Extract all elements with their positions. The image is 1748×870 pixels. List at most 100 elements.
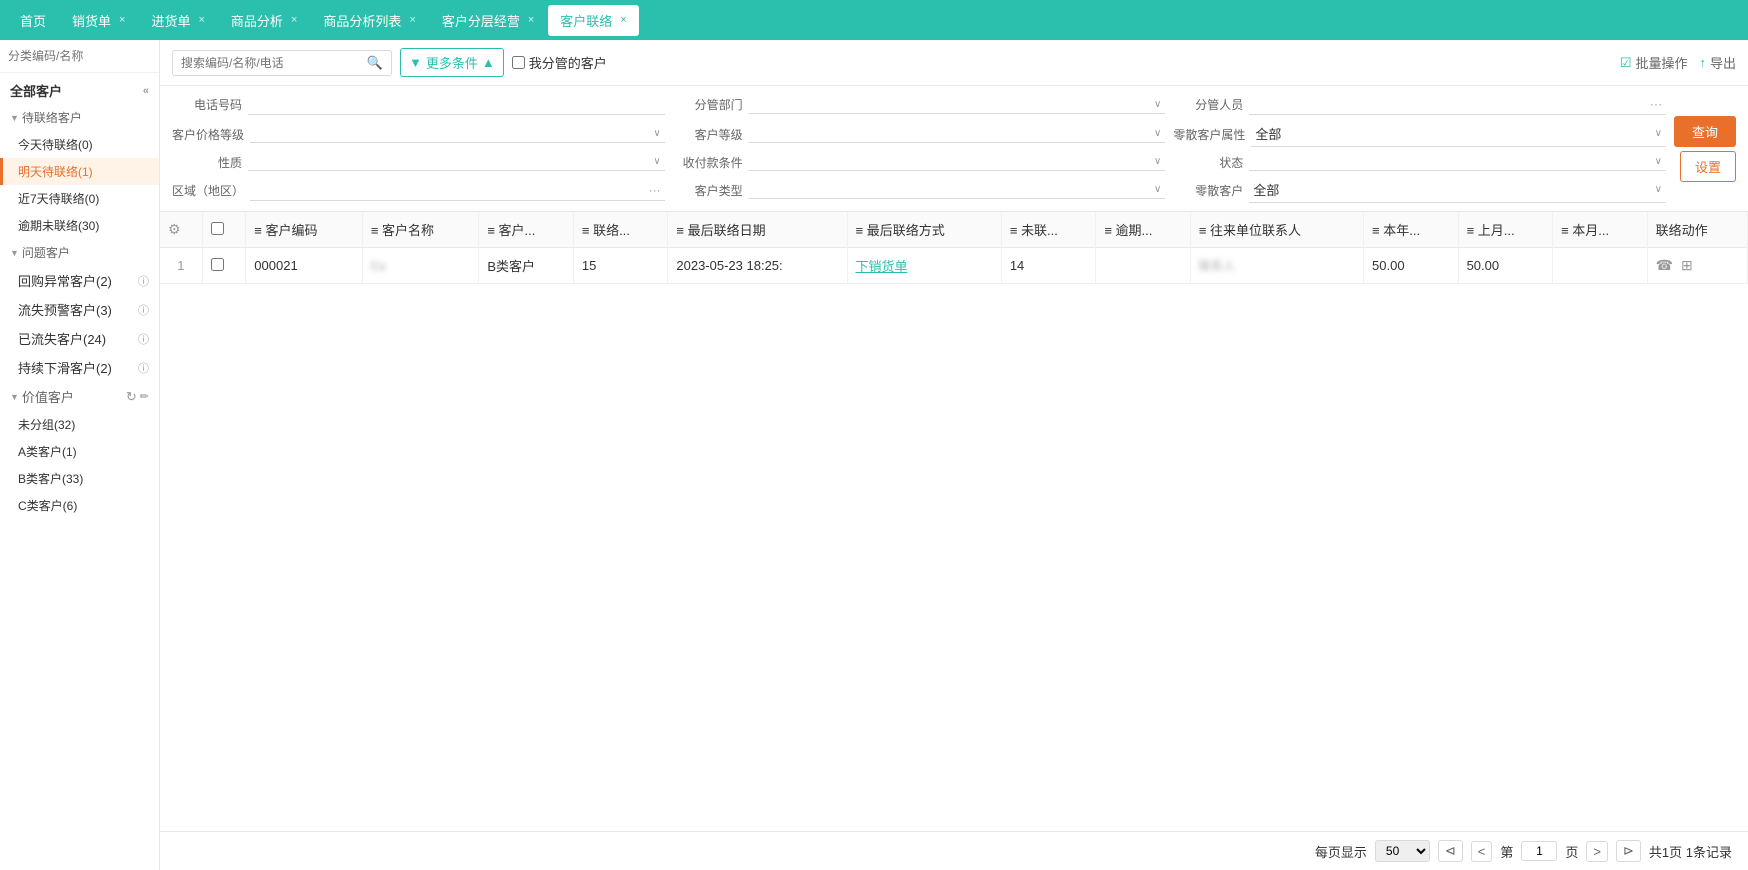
filter-row-1: 电话号码 分管部门 ∨ 分管人员 bbox=[172, 94, 1666, 115]
sidebar-item-churned[interactable]: 已流失客户(24) ⓘ bbox=[0, 324, 159, 353]
value-customers-edit[interactable]: ✏ bbox=[140, 390, 149, 403]
filter-label-retail: 零散客户 bbox=[1173, 182, 1243, 199]
grid-action-icon[interactable]: ⊞ bbox=[1681, 257, 1693, 274]
filter-bar: 🔍 ▼ 更多条件 ▲ 我分管的客户 ☑ 批量操作 ↑ 导出 bbox=[160, 40, 1748, 86]
dots-person[interactable]: ··· bbox=[1650, 97, 1662, 111]
row-checkbox[interactable] bbox=[211, 258, 224, 271]
col-last-month[interactable]: ≡ 上月... bbox=[1458, 212, 1553, 248]
value-customers-refresh[interactable]: ↻ bbox=[126, 389, 137, 405]
dots-region[interactable]: ··· bbox=[649, 183, 661, 197]
cell-name[interactable]: Ea bbox=[362, 248, 479, 284]
filter-input-phone[interactable] bbox=[248, 94, 665, 115]
sidebar-item-tomorrow[interactable]: 明天待联络(1) bbox=[0, 158, 159, 185]
filter-cell-price-level: 客户价格等级 ∨ bbox=[172, 125, 665, 143]
per-page-label: 每页显示 bbox=[1315, 842, 1367, 861]
export-button[interactable]: ↑ 导出 bbox=[1699, 53, 1736, 72]
sidebar-item-declining[interactable]: 持续下滑客户(2) ⓘ bbox=[0, 353, 159, 382]
sidebar-item-overdue[interactable]: 逾期未联络(30) bbox=[0, 212, 159, 239]
col-contact[interactable]: ≡ 联络... bbox=[573, 212, 668, 248]
filter-label-price-level: 客户价格等级 bbox=[172, 126, 244, 143]
set-button[interactable]: 设置 bbox=[1680, 151, 1736, 182]
filter-label-nature: 性质 bbox=[172, 154, 242, 171]
nav-close-customer-contact[interactable]: × bbox=[620, 14, 626, 26]
col-uncontacted[interactable]: ≡ 未联... bbox=[1001, 212, 1096, 248]
cell-this-month bbox=[1553, 248, 1648, 284]
query-button[interactable]: 查询 bbox=[1674, 116, 1736, 147]
group-problem-customers[interactable]: 问题客户 bbox=[0, 239, 159, 266]
phone-action-icon[interactable]: ☎ bbox=[1656, 257, 1673, 274]
sidebar-item-today[interactable]: 今天待联络(0) bbox=[0, 131, 159, 158]
more-filter-button[interactable]: ▼ 更多条件 ▲ bbox=[400, 48, 504, 77]
nav-close-product-analysis-list[interactable]: × bbox=[409, 14, 415, 26]
sidebar-item-repurchase-abnormal[interactable]: 回购异常客户(2) ⓘ bbox=[0, 266, 159, 295]
my-customers-checkbox-wrap[interactable]: 我分管的客户 bbox=[512, 53, 607, 72]
first-page-button[interactable]: ⊲ bbox=[1438, 840, 1463, 862]
next-page-button[interactable]: > bbox=[1586, 841, 1608, 862]
filter-select-retail[interactable]: 全部 ∨ bbox=[1249, 177, 1666, 203]
sidebar-item-class-b[interactable]: B类客户(33) bbox=[0, 465, 159, 492]
prev-page-button[interactable]: < bbox=[1471, 841, 1493, 862]
filter-select-status[interactable]: ∨ bbox=[1249, 153, 1666, 171]
sidebar-search-input[interactable] bbox=[8, 49, 160, 63]
nav-home[interactable]: 首页 bbox=[8, 5, 58, 36]
col-code[interactable]: ≡ 客户编码 bbox=[246, 212, 363, 248]
filter-cell-person: 分管人员 ··· bbox=[1173, 94, 1666, 115]
col-this-month[interactable]: ≡ 本月... bbox=[1553, 212, 1648, 248]
table-header-row: ⚙ ≡ 客户编码 ≡ 客户名称 ≡ 客户... ≡ 联络... ≡ 最后联络日期… bbox=[160, 212, 1748, 248]
filter-select-customer-level[interactable]: ∨ bbox=[749, 125, 1166, 143]
nav-product-analysis-list[interactable]: 商品分析列表 × bbox=[311, 5, 427, 36]
batch-ops-button[interactable]: ☑ 批量操作 bbox=[1620, 53, 1688, 72]
my-customers-checkbox[interactable] bbox=[512, 56, 525, 69]
sidebar-item-7days[interactable]: 近7天待联络(0) bbox=[0, 185, 159, 212]
sidebar-item-class-c[interactable]: C类客户(6) bbox=[0, 492, 159, 519]
col-partner-contact[interactable]: ≡ 往来单位联系人 bbox=[1190, 212, 1363, 248]
col-last-contact-method[interactable]: ≡ 最后联络方式 bbox=[847, 212, 1001, 248]
sidebar-collapse-icon[interactable]: « bbox=[143, 85, 149, 97]
col-type[interactable]: ≡ 客户... bbox=[479, 212, 574, 248]
filter-select-person[interactable]: ··· bbox=[1249, 94, 1666, 115]
nav-sales-order[interactable]: 销货单 × bbox=[60, 5, 137, 36]
chevron-down-price-level: ∨ bbox=[653, 128, 660, 139]
nav-product-analysis[interactable]: 商品分析 × bbox=[219, 5, 309, 36]
main-search-icon[interactable]: 🔍 bbox=[367, 55, 383, 71]
sidebar-item-ungrouped[interactable]: 未分组(32) bbox=[0, 411, 159, 438]
filter-label-payment: 收付款条件 bbox=[673, 154, 743, 171]
nav-close-purchase-order[interactable]: × bbox=[198, 14, 204, 26]
group-value-customers[interactable]: ▼ 价值客户 ↻ ✏ bbox=[0, 382, 159, 411]
total-info: 共1页 1条记录 bbox=[1649, 842, 1732, 861]
sidebar-item-churn-warning[interactable]: 流失预警客户(3) ⓘ bbox=[0, 295, 159, 324]
col-this-year[interactable]: ≡ 本年... bbox=[1364, 212, 1459, 248]
filter-select-price-level[interactable]: ∨ bbox=[250, 125, 665, 143]
page-number-input[interactable] bbox=[1521, 841, 1557, 861]
filter-select-nature[interactable]: ∨ bbox=[248, 153, 665, 171]
col-last-contact-date[interactable]: ≡ 最后联络日期 bbox=[668, 212, 847, 248]
nav-customer-segmentation[interactable]: 客户分层经营 × bbox=[430, 5, 546, 36]
filter-select-retail-attr[interactable]: 全部 ∨ bbox=[1251, 121, 1666, 147]
nav-purchase-order[interactable]: 进货单 × bbox=[139, 5, 216, 36]
filter-label-customer-type: 客户类型 bbox=[673, 182, 743, 199]
last-page-button[interactable]: ⊳ bbox=[1616, 840, 1641, 862]
filter-select-customer-type[interactable]: ∨ bbox=[749, 181, 1166, 199]
main-layout: 🔍 全部客户 « 待联络客户 今天待联络(0) 明天待联络(1) 近7天待联络(… bbox=[0, 40, 1748, 870]
filter-select-dept[interactable]: ∨ bbox=[749, 96, 1166, 114]
sidebar: 🔍 全部客户 « 待联络客户 今天待联络(0) 明天待联络(1) 近7天待联络(… bbox=[0, 40, 160, 870]
nav-customer-contact[interactable]: 客户联络 × bbox=[548, 5, 638, 36]
sidebar-item-class-a[interactable]: A类客户(1) bbox=[0, 438, 159, 465]
settings-gear-icon[interactable]: ⚙ bbox=[168, 221, 181, 237]
chevron-down-status: ∨ bbox=[1655, 156, 1662, 167]
filter-select-region[interactable]: ··· bbox=[250, 180, 665, 201]
nav-close-customer-segmentation[interactable]: × bbox=[528, 14, 534, 26]
main-search-input[interactable] bbox=[181, 56, 367, 70]
per-page-select[interactable]: 50 10 20 100 bbox=[1375, 840, 1430, 862]
col-name[interactable]: ≡ 客户名称 bbox=[362, 212, 479, 248]
cell-last-contact-method[interactable]: 下销货单 bbox=[847, 248, 1001, 284]
pagination-bar: 每页显示 50 10 20 100 ⊲ < 第 页 > ⊳ 共1页 1条记录 bbox=[160, 831, 1748, 870]
group-pending-contact[interactable]: 待联络客户 bbox=[0, 104, 159, 131]
col-settings[interactable]: ⚙ bbox=[160, 212, 202, 248]
filter-cell-nature: 性质 ∨ bbox=[172, 153, 665, 171]
filter-select-payment[interactable]: ∨ bbox=[749, 153, 1166, 171]
select-all-checkbox[interactable] bbox=[211, 222, 224, 235]
nav-close-product-analysis[interactable]: × bbox=[291, 14, 297, 26]
nav-close-sales-order[interactable]: × bbox=[119, 14, 125, 26]
col-overdue[interactable]: ≡ 逾期... bbox=[1096, 212, 1191, 248]
